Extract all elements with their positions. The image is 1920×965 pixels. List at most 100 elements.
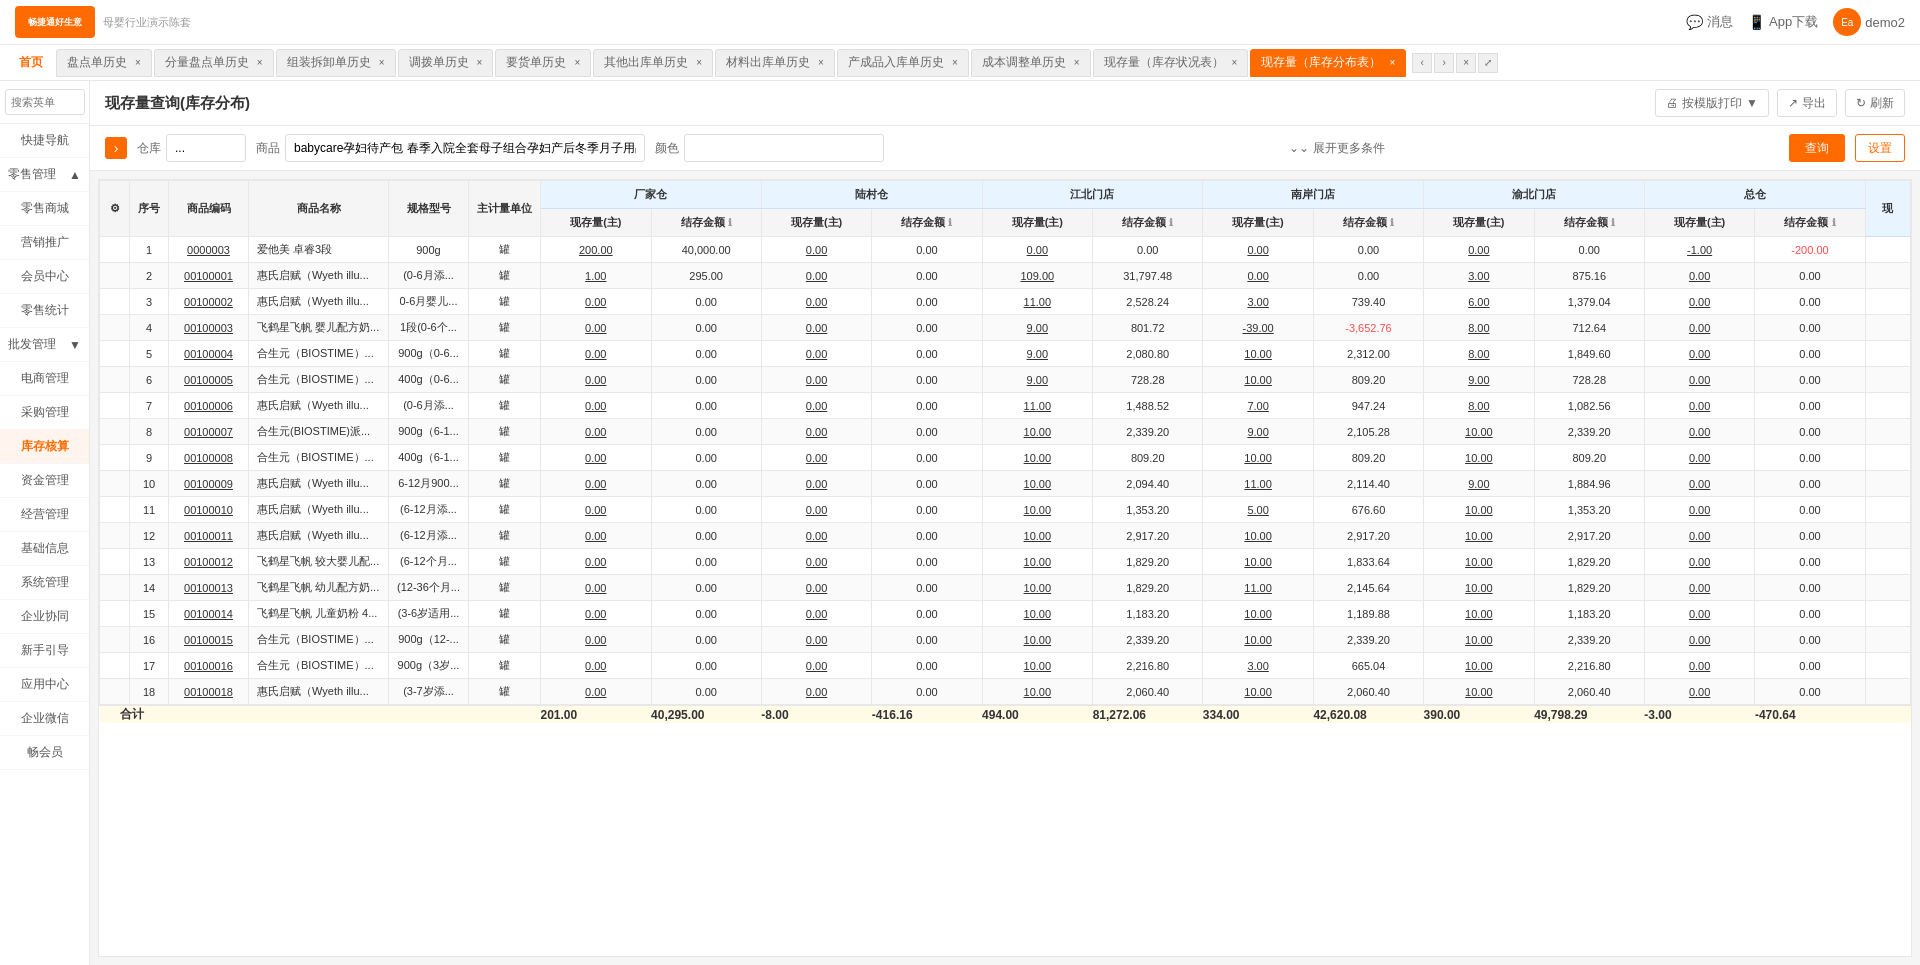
cell-yb-qty[interactable]: 6.00 bbox=[1424, 289, 1535, 315]
tab-2-close[interactable]: × bbox=[379, 57, 385, 68]
cell-cj-qty[interactable]: 0.00 bbox=[541, 419, 652, 445]
cell-cj-qty[interactable]: 0.00 bbox=[541, 315, 652, 341]
cell-cj-qty[interactable]: 200.00 bbox=[541, 237, 652, 263]
cell-code[interactable]: 00100005 bbox=[169, 367, 249, 393]
cell-na-qty[interactable]: 5.00 bbox=[1203, 497, 1314, 523]
nav-close-all[interactable]: × bbox=[1456, 53, 1476, 73]
cell-na-qty[interactable]: 11.00 bbox=[1203, 575, 1314, 601]
tab-1[interactable]: 分量盘点单历史 × bbox=[154, 49, 274, 77]
cell-cj-qty[interactable]: 0.00 bbox=[541, 341, 652, 367]
cell-code[interactable]: 00100008 bbox=[169, 445, 249, 471]
cell-na-qty[interactable]: 10.00 bbox=[1203, 367, 1314, 393]
cell-jb-qty[interactable]: 10.00 bbox=[982, 549, 1093, 575]
cell-code[interactable]: 0000003 bbox=[169, 237, 249, 263]
cell-na-qty[interactable]: 3.00 bbox=[1203, 289, 1314, 315]
th-settings[interactable]: ⚙ bbox=[100, 181, 130, 237]
nav-expand[interactable]: ⤢ bbox=[1478, 53, 1498, 73]
cell-yb-qty[interactable]: 3.00 bbox=[1424, 263, 1535, 289]
nav-prev[interactable]: ‹ bbox=[1412, 53, 1432, 73]
cell-yb-qty[interactable]: 10.00 bbox=[1424, 497, 1535, 523]
cell-jb-qty[interactable]: 11.00 bbox=[982, 289, 1093, 315]
warehouse-input[interactable] bbox=[166, 134, 246, 162]
tab-0[interactable]: 盘点单历史 × bbox=[56, 49, 152, 77]
cell-code[interactable]: 00100007 bbox=[169, 419, 249, 445]
print-button[interactable]: 🖨 按模版打印 ▼ bbox=[1655, 89, 1769, 117]
search-input[interactable] bbox=[5, 89, 85, 115]
cell-total-qty[interactable]: 0.00 bbox=[1644, 575, 1755, 601]
cell-lc-qty[interactable]: 0.00 bbox=[761, 263, 872, 289]
cell-jb-qty[interactable]: 10.00 bbox=[982, 523, 1093, 549]
cell-total-qty[interactable]: 0.00 bbox=[1644, 679, 1755, 706]
cell-yb-qty[interactable]: 8.00 bbox=[1424, 393, 1535, 419]
tab-9-close[interactable]: × bbox=[1232, 57, 1238, 68]
tab-8-close[interactable]: × bbox=[1074, 57, 1080, 68]
cell-jb-qty[interactable]: 11.00 bbox=[982, 393, 1093, 419]
cell-cj-qty[interactable]: 0.00 bbox=[541, 679, 652, 706]
cell-jb-qty[interactable]: 10.00 bbox=[982, 419, 1093, 445]
cell-code[interactable]: 00100003 bbox=[169, 315, 249, 341]
cell-cj-qty[interactable]: 0.00 bbox=[541, 393, 652, 419]
cell-code[interactable]: 00100009 bbox=[169, 471, 249, 497]
cell-cj-qty[interactable]: 0.00 bbox=[541, 367, 652, 393]
tab-4[interactable]: 要货单历史 × bbox=[495, 49, 591, 77]
tab-1-close[interactable]: × bbox=[257, 57, 263, 68]
color-input[interactable] bbox=[684, 134, 884, 162]
sidebar-item-wechat[interactable]: 企业微信 bbox=[0, 702, 89, 736]
cell-na-qty[interactable]: 10.00 bbox=[1203, 341, 1314, 367]
cell-yb-qty[interactable]: 10.00 bbox=[1424, 601, 1535, 627]
user-item[interactable]: Ea demo2 bbox=[1833, 8, 1905, 36]
sidebar-item-vip[interactable]: 畅会员 bbox=[0, 736, 89, 770]
cell-lc-qty[interactable]: 0.00 bbox=[761, 237, 872, 263]
goods-input[interactable] bbox=[285, 134, 645, 162]
tab-10-close[interactable]: × bbox=[1389, 57, 1395, 68]
cell-na-qty[interactable]: -39.00 bbox=[1203, 315, 1314, 341]
info-icon-cj[interactable]: ℹ bbox=[728, 217, 732, 228]
tab-7-close[interactable]: × bbox=[952, 57, 958, 68]
cell-code[interactable]: 00100014 bbox=[169, 601, 249, 627]
tab-2[interactable]: 组装拆卸单历史 × bbox=[276, 49, 396, 77]
cell-total-qty[interactable]: 0.00 bbox=[1644, 367, 1755, 393]
cell-jb-qty[interactable]: 9.00 bbox=[982, 315, 1093, 341]
cell-lc-qty[interactable]: 0.00 bbox=[761, 627, 872, 653]
cell-total-qty[interactable]: 0.00 bbox=[1644, 263, 1755, 289]
tab-3-close[interactable]: × bbox=[477, 57, 483, 68]
cell-na-qty[interactable]: 0.00 bbox=[1203, 237, 1314, 263]
info-icon-na[interactable]: ℹ bbox=[1390, 217, 1394, 228]
cell-total-qty[interactable]: 0.00 bbox=[1644, 419, 1755, 445]
info-icon-yb[interactable]: ℹ bbox=[1611, 217, 1615, 228]
sidebar-item-finance[interactable]: 资金管理 bbox=[0, 464, 89, 498]
cell-cj-qty[interactable]: 0.00 bbox=[541, 445, 652, 471]
tab-5-close[interactable]: × bbox=[696, 57, 702, 68]
sidebar-item-appcenter[interactable]: 应用中心 bbox=[0, 668, 89, 702]
sidebar-item-basic[interactable]: 基础信息 bbox=[0, 532, 89, 566]
info-icon-jb[interactable]: ℹ bbox=[1169, 217, 1173, 228]
tab-6-close[interactable]: × bbox=[818, 57, 824, 68]
cell-yb-qty[interactable]: 10.00 bbox=[1424, 627, 1535, 653]
expand-button[interactable]: ⌄⌄ 展开更多条件 bbox=[1289, 140, 1385, 157]
cell-jb-qty[interactable]: 109.00 bbox=[982, 263, 1093, 289]
cell-total-qty[interactable]: 0.00 bbox=[1644, 289, 1755, 315]
cell-lc-qty[interactable]: 0.00 bbox=[761, 341, 872, 367]
cell-yb-qty[interactable]: 8.00 bbox=[1424, 341, 1535, 367]
query-button[interactable]: 查询 bbox=[1789, 134, 1845, 162]
export-button[interactable]: ↗ 导出 bbox=[1777, 89, 1837, 117]
cell-jb-qty[interactable]: 9.00 bbox=[982, 367, 1093, 393]
sidebar-item-ecommerce[interactable]: 电商管理 bbox=[0, 362, 89, 396]
cell-lc-qty[interactable]: 0.00 bbox=[761, 523, 872, 549]
sidebar-item-system[interactable]: 系统管理 bbox=[0, 566, 89, 600]
cell-total-qty[interactable]: 0.00 bbox=[1644, 627, 1755, 653]
cell-yb-qty[interactable]: 10.00 bbox=[1424, 653, 1535, 679]
cell-yb-qty[interactable]: 9.00 bbox=[1424, 471, 1535, 497]
tab-8[interactable]: 成本调整单历史 × bbox=[971, 49, 1091, 77]
cell-jb-qty[interactable]: 10.00 bbox=[982, 679, 1093, 706]
cell-lc-qty[interactable]: 0.00 bbox=[761, 315, 872, 341]
cell-total-qty[interactable]: 0.00 bbox=[1644, 549, 1755, 575]
cell-code[interactable]: 00100004 bbox=[169, 341, 249, 367]
cell-total-qty[interactable]: 0.00 bbox=[1644, 653, 1755, 679]
cell-cj-qty[interactable]: 0.00 bbox=[541, 523, 652, 549]
cell-code[interactable]: 00100001 bbox=[169, 263, 249, 289]
cell-cj-qty[interactable]: 0.00 bbox=[541, 575, 652, 601]
cell-total-qty[interactable]: 0.00 bbox=[1644, 523, 1755, 549]
cell-lc-qty[interactable]: 0.00 bbox=[761, 419, 872, 445]
cell-na-qty[interactable]: 10.00 bbox=[1203, 679, 1314, 706]
